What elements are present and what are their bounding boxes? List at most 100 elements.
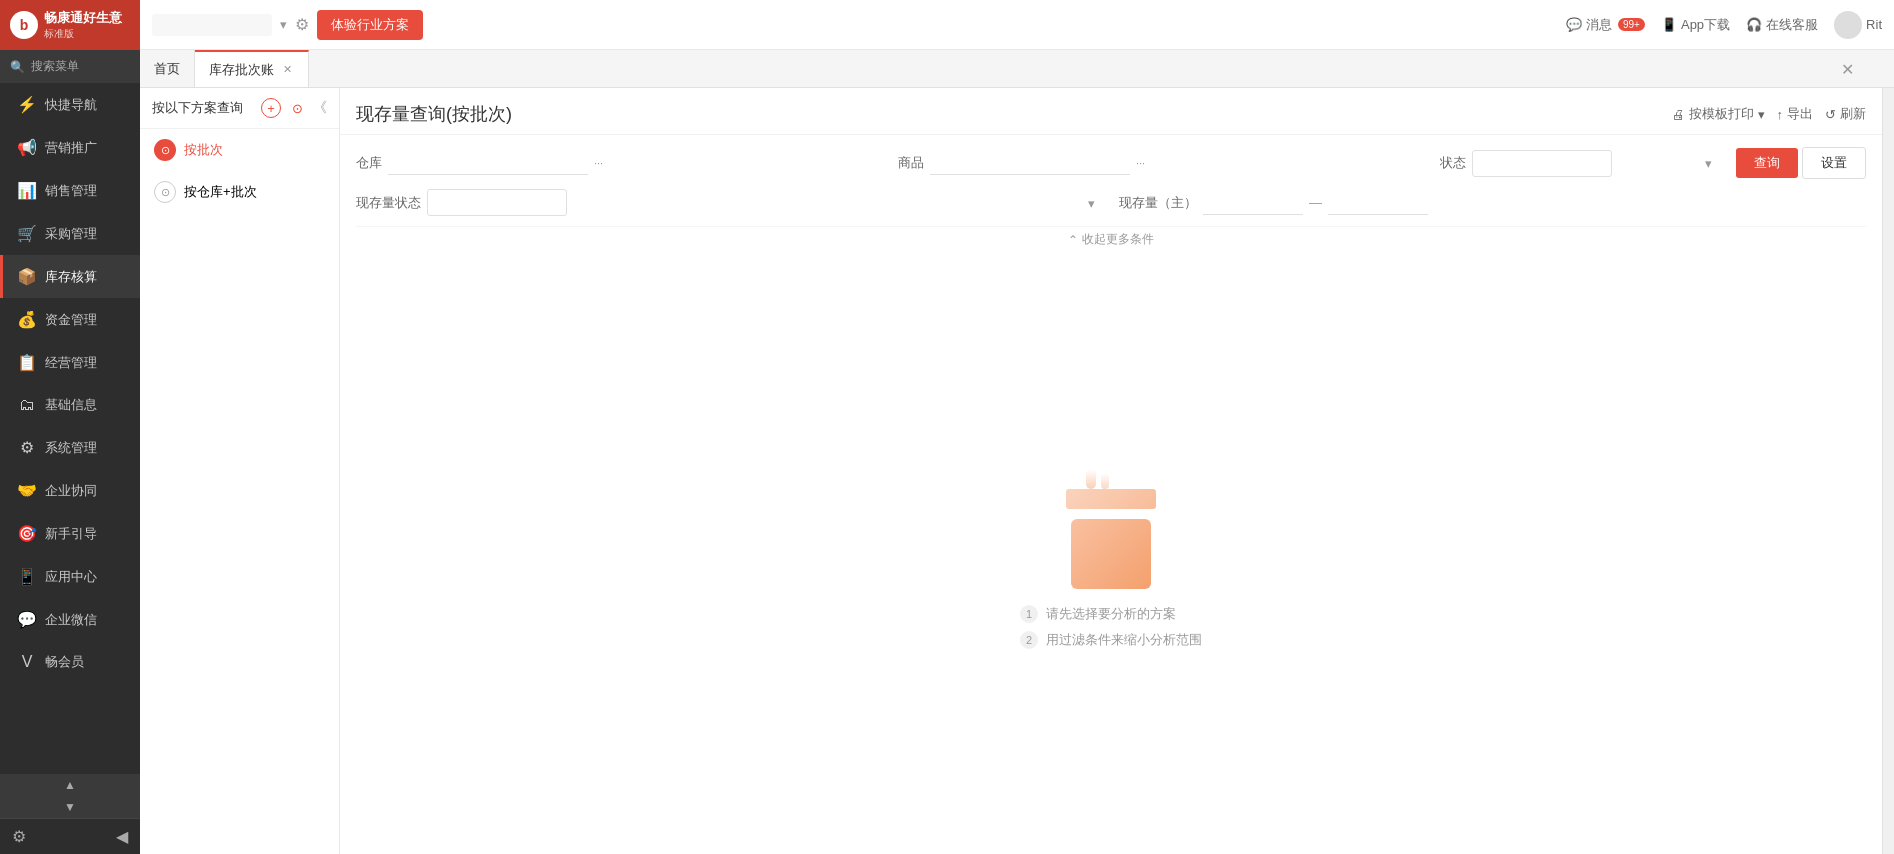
solution-settings-icon[interactable]: ⊙ xyxy=(287,98,307,118)
stock-status-select[interactable] xyxy=(427,189,567,216)
tip-text-2: 用过滤条件来缩小分析范围 xyxy=(1046,631,1202,649)
collapse-more-button[interactable]: ⌃ 收起更多条件 xyxy=(356,226,1866,252)
solution-by-warehouse-icon: ⊙ xyxy=(154,181,176,203)
export-icon: ↑ xyxy=(1777,107,1784,122)
industry-solution-button[interactable]: 体验行业方案 xyxy=(317,10,423,40)
user-avatar-area[interactable]: Rit xyxy=(1834,11,1882,39)
sidebar-item-enterprise[interactable]: 🤝 企业协同 xyxy=(0,469,140,512)
stock-qty-separator: — xyxy=(1309,195,1322,210)
messages-button[interactable]: 💬 消息 99+ xyxy=(1566,16,1645,34)
export-button[interactable]: ↑ 导出 xyxy=(1777,105,1814,123)
warehouse-more-icon[interactable]: ··· xyxy=(594,157,603,169)
empty-tip-2: 2 用过滤条件来缩小分析范围 xyxy=(1020,631,1202,649)
query-button[interactable]: 查询 xyxy=(1736,148,1798,178)
sidebar-item-newbie[interactable]: 🎯 新手引导 xyxy=(0,512,140,555)
chevron-down-icon[interactable]: ▾ xyxy=(280,17,287,32)
operation-label: 经营管理 xyxy=(45,354,97,372)
headset-icon: 🎧 xyxy=(1746,17,1762,32)
right-panel: 现存量查询(按批次) 🖨 按模板打印 ▾ ↑ 导出 ↺ 刷新 xyxy=(340,88,1882,854)
tab-close-icon[interactable]: ✕ xyxy=(280,63,294,77)
left-panel-header: 按以下方案查询 + ⊙ 《 xyxy=(140,88,339,129)
goods-input[interactable] xyxy=(930,151,1130,175)
filter-area: 仓库 ··· 商品 ··· 状态 xyxy=(340,135,1882,264)
tabbar-close-button[interactable]: ✕ xyxy=(1841,59,1854,78)
sidebar-header: b 畅康通好生意 标准版 xyxy=(0,0,140,50)
messages-label: 消息 xyxy=(1586,16,1612,34)
stock-qty-to[interactable] xyxy=(1328,191,1428,215)
settings-gear-icon[interactable]: ⚙ xyxy=(295,15,309,34)
wechat-label: 企业微信 xyxy=(45,611,97,629)
tab-inventory-batch[interactable]: 库存批次账 ✕ xyxy=(195,50,309,87)
status-select[interactable] xyxy=(1472,150,1612,177)
marketing-icon: 📢 xyxy=(17,138,37,157)
sidebar-item-basic-info[interactable]: 🗂 基础信息 xyxy=(0,384,140,426)
sidebar-item-finance[interactable]: 💰 资金管理 xyxy=(0,298,140,341)
left-panel: 按以下方案查询 + ⊙ 《 ⊙ 按批次 ⊙ 按仓库+批次 xyxy=(140,88,340,854)
search-menu-label: 搜索菜单 xyxy=(31,58,79,75)
print-button[interactable]: 🖨 按模板打印 ▾ xyxy=(1672,105,1765,123)
app-download-button[interactable]: 📱 App下载 xyxy=(1661,16,1730,34)
app-name-block: 畅康通好生意 标准版 xyxy=(44,10,122,40)
sidebar-item-inventory[interactable]: 📦 库存核算 xyxy=(0,255,140,298)
refresh-icon: ↺ xyxy=(1825,107,1836,122)
sidebar-item-apps[interactable]: 📱 应用中心 xyxy=(0,555,140,598)
sidebar-settings-icon[interactable]: ⚙ xyxy=(12,827,26,846)
quick-nav-label: 快捷导航 xyxy=(45,96,97,114)
online-support-button[interactable]: 🎧 在线客服 xyxy=(1746,16,1818,34)
message-icon: 💬 xyxy=(1566,17,1582,32)
sidebar-item-wechat[interactable]: 💬 企业微信 xyxy=(0,598,140,641)
finance-label: 资金管理 xyxy=(45,311,97,329)
sidebar-search[interactable]: 🔍 搜索菜单 xyxy=(0,50,140,83)
empty-state: 1 请先选择要分析的方案 2 用过滤条件来缩小分析范围 xyxy=(340,264,1882,854)
purchase-label: 采购管理 xyxy=(45,225,97,243)
print-chevron-icon[interactable]: ▾ xyxy=(1758,107,1765,122)
refresh-button[interactable]: ↺ 刷新 xyxy=(1825,105,1866,123)
sidebar-item-quick-nav[interactable]: ⚡ 快捷导航 xyxy=(0,83,140,126)
tab-home[interactable]: 首页 xyxy=(140,50,195,87)
sidebar-item-sales[interactable]: 📊 销售管理 xyxy=(0,169,140,212)
solution-by-batch-icon: ⊙ xyxy=(154,139,176,161)
sidebar-item-operation[interactable]: 📋 经营管理 xyxy=(0,341,140,384)
phone-icon: 📱 xyxy=(1661,17,1677,32)
printer-icon: 🖨 xyxy=(1672,107,1685,122)
finance-icon: 💰 xyxy=(17,310,37,329)
sidebar-item-member[interactable]: V 畅会员 xyxy=(0,641,140,683)
smoke-1 xyxy=(1086,469,1096,489)
basic-info-label: 基础信息 xyxy=(45,396,97,414)
purchase-icon: 🛒 xyxy=(17,224,37,243)
sidebar-item-system[interactable]: ⚙ 系统管理 xyxy=(0,426,140,469)
tip-text-1: 请先选择要分析的方案 xyxy=(1046,605,1176,623)
sidebar-item-marketing[interactable]: 📢 营销推广 xyxy=(0,126,140,169)
main-area: ▾ ⚙ 体验行业方案 💬 消息 99+ 📱 App下载 🎧 在线客服 Rit xyxy=(140,0,1894,854)
sidebar-scroll-down[interactable]: ▼ xyxy=(0,796,140,818)
warehouse-input[interactable] xyxy=(388,151,588,175)
solution-item-by-warehouse-batch[interactable]: ⊙ 按仓库+批次 xyxy=(140,171,339,213)
status-filter: 状态 xyxy=(1440,150,1720,177)
empty-tips: 1 请先选择要分析的方案 2 用过滤条件来缩小分析范围 xyxy=(1020,605,1202,649)
apps-label: 应用中心 xyxy=(45,568,97,586)
sidebar-collapse-icon[interactable]: ◀ xyxy=(116,827,128,846)
solution-item-by-batch[interactable]: ⊙ 按批次 xyxy=(140,129,339,171)
topbar: ▾ ⚙ 体验行业方案 💬 消息 99+ 📱 App下载 🎧 在线客服 Rit xyxy=(140,0,1894,50)
search-icon: 🔍 xyxy=(10,60,25,74)
warehouse-filter: 仓库 ··· xyxy=(356,151,882,175)
left-panel-collapse-icon[interactable]: 《 xyxy=(313,99,327,117)
empty-illustration xyxy=(1051,469,1171,589)
settings-button[interactable]: 设置 xyxy=(1802,147,1866,179)
breadcrumb-input[interactable] xyxy=(152,14,272,36)
inventory-label: 库存核算 xyxy=(45,268,97,286)
chevron-up-icon: ⌃ xyxy=(1068,233,1078,247)
enterprise-icon: 🤝 xyxy=(17,481,37,500)
status-select-wrapper xyxy=(1472,150,1720,177)
stock-status-filter: 现存量状态 xyxy=(356,189,1103,216)
stock-qty-from[interactable] xyxy=(1203,191,1303,215)
add-solution-button[interactable]: + xyxy=(261,98,281,118)
sidebar-scroll-up[interactable]: ▲ xyxy=(0,774,140,796)
solution-by-batch-label: 按批次 xyxy=(184,141,223,159)
goods-more-icon[interactable]: ··· xyxy=(1136,157,1145,169)
newbie-label: 新手引导 xyxy=(45,525,97,543)
sidebar-item-purchase[interactable]: 🛒 采购管理 xyxy=(0,212,140,255)
inventory-icon: 📦 xyxy=(17,267,37,286)
member-label: 畅会员 xyxy=(45,653,84,671)
right-scrollbar[interactable] xyxy=(1882,88,1894,854)
